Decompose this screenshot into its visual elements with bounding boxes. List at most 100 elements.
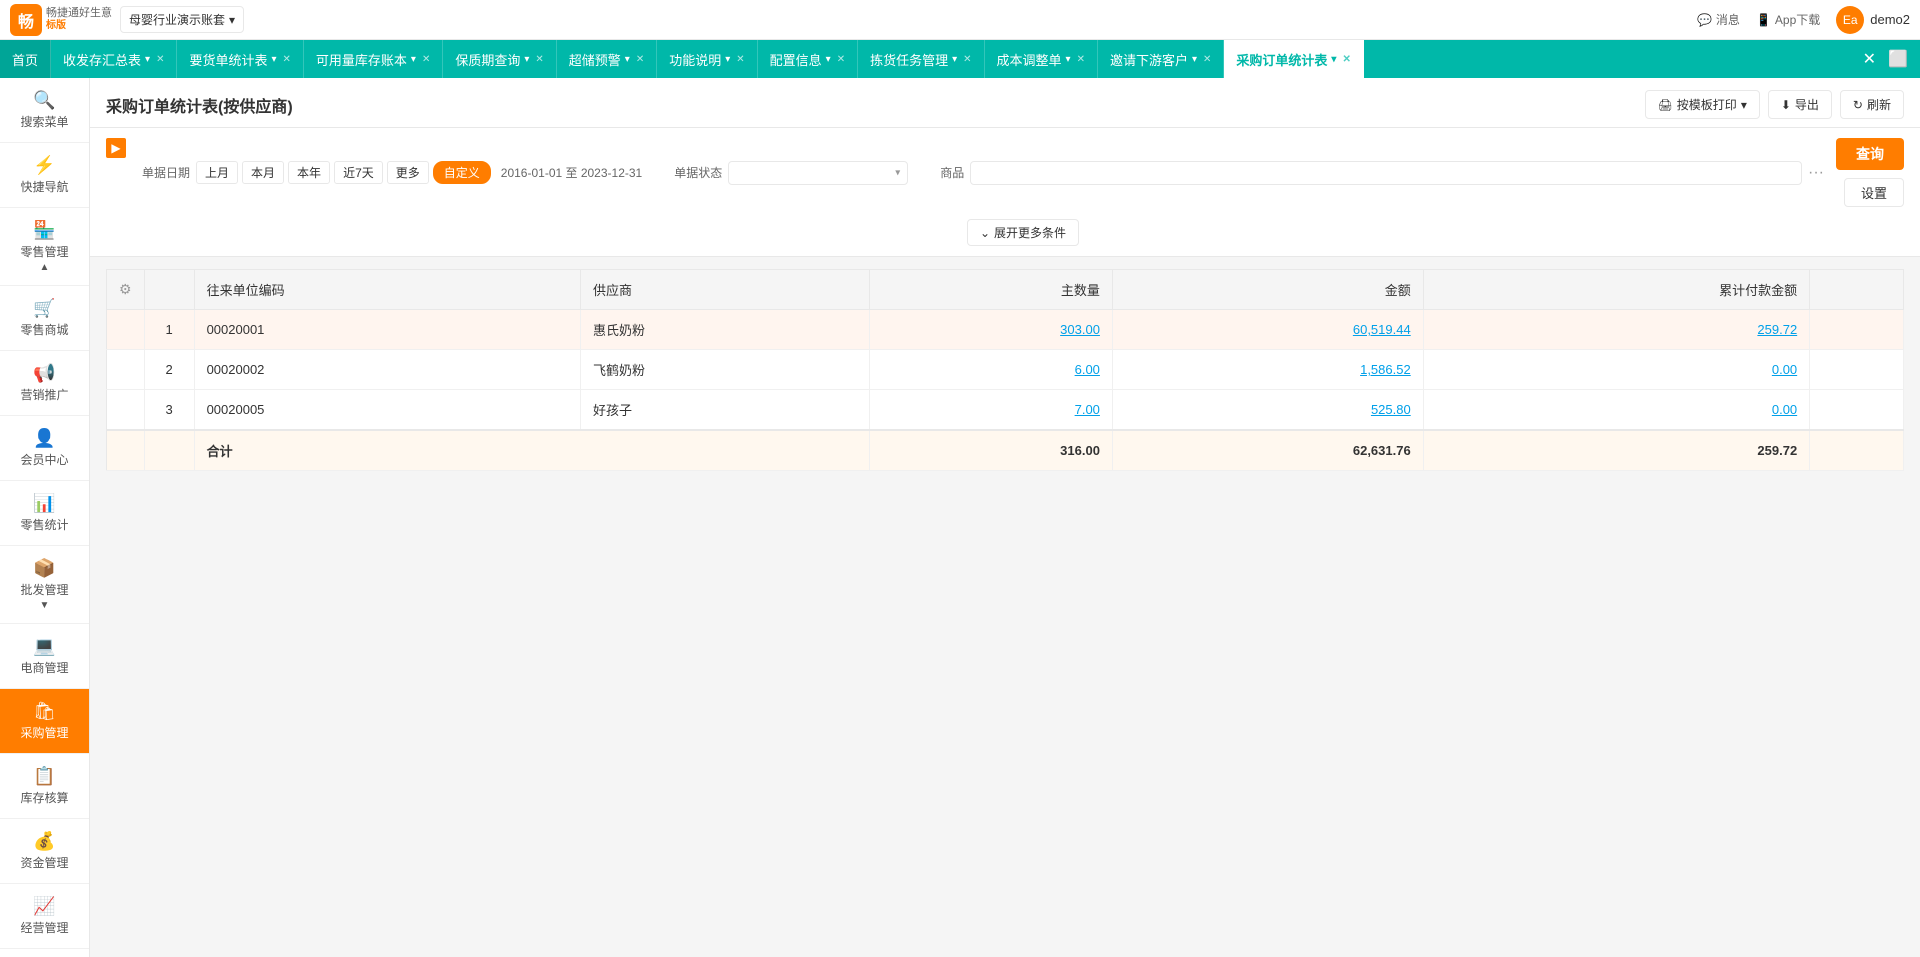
tab-shelf-life[interactable]: 保质期查询 ▾ ✕ <box>443 40 556 78</box>
col-settings: ⚙ <box>107 270 145 310</box>
close-icon[interactable]: ✕ <box>1203 54 1211 65</box>
sidebar-item-inventory[interactable]: 📋 库存核算 <box>0 754 89 819</box>
row-paid: 0.00 <box>1423 390 1809 431</box>
print-button[interactable]: 🖨 按模板打印 ▾ <box>1645 90 1760 119</box>
purchase-icon: 🛍 <box>33 701 56 722</box>
maximize-tab-btn[interactable]: ⬜ <box>1884 49 1912 69</box>
row-supplier: 飞鹤奶粉 <box>581 350 870 390</box>
message-action[interactable]: 💬 消息 <box>1697 11 1740 28</box>
user-area[interactable]: Ea demo2 <box>1836 6 1910 34</box>
status-placeholder <box>737 166 740 180</box>
chevron-down-icon: ▾ <box>826 54 831 65</box>
tab-available-stock[interactable]: 可用量库存账本 ▾ ✕ <box>304 40 443 78</box>
tab-receive-summary[interactable]: 收发存汇总表 ▾ ✕ <box>51 40 177 78</box>
sidebar-item-ecommerce[interactable]: 💻 电商管理 <box>0 624 89 689</box>
date-btn-7days[interactable]: 近7天 <box>334 161 383 184</box>
col-supplier-code: 往来单位编码 <box>194 270 580 310</box>
goods-label: 商品 <box>940 164 964 181</box>
sidebar-item-purchase[interactable]: 🛍 采购管理 <box>0 689 89 754</box>
close-icon[interactable]: ✕ <box>963 54 971 65</box>
sidebar-item-retail[interactable]: 🏪 零售管理 ▲ <box>0 208 89 286</box>
sidebar-label-quick-nav: 快捷导航 <box>20 178 68 195</box>
close-tab-btn[interactable]: ✕ <box>1859 49 1880 69</box>
chevron-down-icon: ▼ <box>40 600 50 611</box>
row-settings-cell <box>107 310 145 350</box>
sidebar-item-search[interactable]: 🔍 搜索菜单 <box>0 78 89 143</box>
goods-input[interactable] <box>970 161 1802 185</box>
finance-icon: 💰 <box>33 831 55 852</box>
date-btn-this-month[interactable]: 本月 <box>242 161 284 184</box>
close-icon[interactable]: ✕ <box>636 54 644 65</box>
gear-icon[interactable]: ⚙ <box>119 281 132 297</box>
date-range: 2016-01-01 至 2023-12-31 <box>501 164 642 181</box>
close-icon[interactable]: ✕ <box>1342 54 1350 65</box>
member-icon: 👤 <box>33 428 55 449</box>
sidebar-item-quick-nav[interactable]: ⚡ 快捷导航 <box>0 143 89 208</box>
date-btn-this-year[interactable]: 本年 <box>288 161 330 184</box>
inventory-icon: 📋 <box>33 766 55 787</box>
tab-overstock-warning[interactable]: 超储预警 ▾ ✕ <box>557 40 657 78</box>
tab-config-info[interactable]: 配置信息 ▾ ✕ <box>758 40 858 78</box>
chevron-down-icon: ▾ <box>1066 54 1071 65</box>
sidebar-label-purchase: 采购管理 <box>20 724 68 741</box>
expand-conditions-btn[interactable]: ⌄ 展开更多条件 <box>967 219 1079 246</box>
sidebar-label-member: 会员中心 <box>20 451 68 468</box>
close-icon[interactable]: ✕ <box>156 54 164 65</box>
tab-purchase-summary[interactable]: 采购订单统计表 ▾ ✕ <box>1224 40 1363 78</box>
page-header-actions: 🖨 按模板打印 ▾ ⬇ 导出 ↻ 刷新 <box>1645 90 1904 119</box>
tab-home[interactable]: 首页 <box>0 40 51 78</box>
close-icon[interactable]: ✕ <box>535 54 543 65</box>
tab-function-desc[interactable]: 功能说明 ▾ ✕ <box>657 40 757 78</box>
status-select[interactable] <box>728 161 908 185</box>
nav-tabs: 首页 收发存汇总表 ▾ ✕ 要货单统计表 ▾ ✕ 可用量库存账本 ▾ ✕ 保质期… <box>0 40 1920 78</box>
row-supplier-code: 00020002 <box>194 350 580 390</box>
close-icon[interactable]: ✕ <box>736 54 744 65</box>
export-button[interactable]: ⬇ 导出 <box>1768 90 1832 119</box>
quick-nav-icon: ⚡ <box>33 155 55 176</box>
sidebar-label-ecommerce: 电商管理 <box>20 659 68 676</box>
row-supplier: 好孩子 <box>581 390 870 431</box>
sidebar-item-retail-stats[interactable]: 📊 零售统计 <box>0 481 89 546</box>
close-icon[interactable]: ✕ <box>422 54 430 65</box>
settings-button[interactable]: 设置 <box>1844 178 1904 207</box>
col-amount: 金额 <box>1112 270 1423 310</box>
avatar: Ea <box>1836 6 1864 34</box>
tab-pick-task[interactable]: 拣货任务管理 ▾ ✕ <box>858 40 984 78</box>
tab-invite-downstream[interactable]: 邀请下游客户 ▾ ✕ <box>1098 40 1224 78</box>
col-paid: 累计付款金额 <box>1423 270 1809 310</box>
page-header: 采购订单统计表(按供应商) 🖨 按模板打印 ▾ ⬇ 导出 ↻ 刷新 <box>90 78 1920 128</box>
export-icon: ⬇ <box>1781 98 1791 112</box>
table-area: ⚙ 往来单位编码 供应商 主数量 金额 累计付款金额 1 00020001 <box>90 257 1920 957</box>
date-btn-more[interactable]: 更多 <box>387 161 429 184</box>
close-icon[interactable]: ✕ <box>283 54 291 65</box>
sidebar-label-retail: 零售管理 <box>20 243 68 260</box>
query-button[interactable]: 查询 <box>1836 138 1904 170</box>
sidebar-item-basic-info[interactable]: ℹ 基础信息 <box>0 949 89 957</box>
workspace-selector[interactable]: 母婴行业演示账套 ▾ <box>120 6 244 33</box>
row-spacer <box>1810 310 1904 350</box>
sidebar-item-retail-shop[interactable]: 🛒 零售商城 <box>0 286 89 351</box>
date-btn-custom[interactable]: 自定义 <box>433 161 491 184</box>
refresh-button[interactable]: ↻ 刷新 <box>1840 90 1904 119</box>
tab-goods-summary[interactable]: 要货单统计表 ▾ ✕ <box>177 40 303 78</box>
sidebar-item-finance[interactable]: 💰 资金管理 <box>0 819 89 884</box>
sidebar-item-operations[interactable]: 📈 经营管理 <box>0 884 89 949</box>
row-supplier: 惠氏奶粉 <box>581 310 870 350</box>
close-icon[interactable]: ✕ <box>1077 54 1085 65</box>
sidebar-item-member[interactable]: 👤 会员中心 <box>0 416 89 481</box>
sidebar-label-wholesale: 批发管理 <box>20 581 68 598</box>
ecommerce-icon: 💻 <box>33 636 55 657</box>
sidebar-label-marketing: 营销推广 <box>20 386 68 403</box>
footer-spacer3 <box>1810 430 1904 471</box>
close-icon[interactable]: ✕ <box>837 54 845 65</box>
tab-cost-adjust[interactable]: 成本调整单 ▾ ✕ <box>985 40 1098 78</box>
retail-icon: 🏪 <box>33 220 55 241</box>
date-btn-last-month[interactable]: 上月 <box>196 161 238 184</box>
sidebar-item-marketing[interactable]: 📢 营销推广 <box>0 351 89 416</box>
top-bar-left: 畅 畅捷通好生意 标版 母婴行业演示账套 ▾ <box>10 4 244 36</box>
app-download-action[interactable]: 📱 App下载 <box>1756 11 1820 28</box>
collapse-btn[interactable]: ▶ <box>106 138 126 158</box>
sidebar-item-wholesale[interactable]: 📦 批发管理 ▼ <box>0 546 89 624</box>
more-options-icon[interactable]: ··· <box>1808 164 1824 182</box>
nav-tabs-right-actions: ✕ ⬜ <box>1859 49 1920 69</box>
